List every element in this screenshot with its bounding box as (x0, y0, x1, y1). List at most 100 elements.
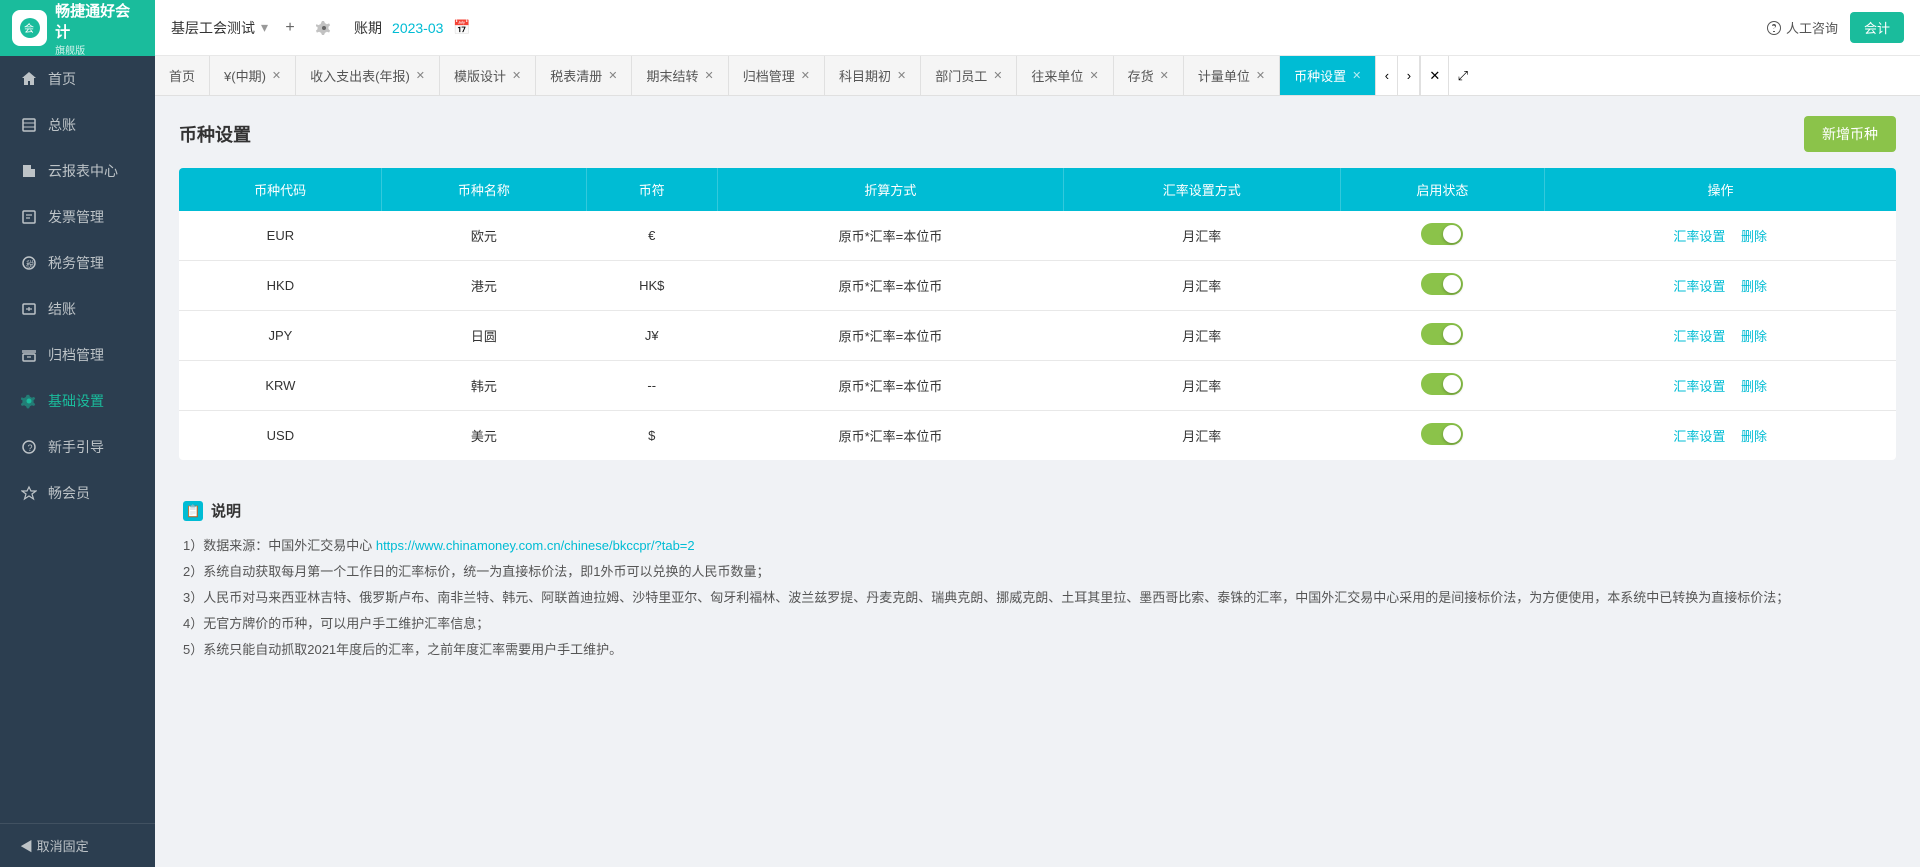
tab-inventory-label: 存货 (1128, 66, 1154, 85)
tab-period-end-close[interactable]: ✕ (705, 69, 714, 82)
table-row: KRW 韩元 -- 原币*汇率=本位币 月汇率 汇率设置 删除 (179, 361, 1896, 411)
add-workspace-btn[interactable]: + (278, 16, 302, 40)
tab-income[interactable]: 收入支出表(年报) ✕ (296, 56, 440, 96)
cell-status (1340, 311, 1544, 361)
sidebar-collapse-btn[interactable]: ◀ 取消固定 (0, 823, 155, 867)
sidebar-item-settings[interactable]: 基础设置 (0, 378, 155, 424)
sidebar-item-reports[interactable]: 云报表中心 (0, 148, 155, 194)
cell-name: 日圆 (382, 311, 586, 361)
tab-tax-label: 税表清册 (550, 66, 602, 85)
cell-action: 汇率设置 删除 (1544, 311, 1896, 361)
tab-subject[interactable]: 科目期初 ✕ (825, 56, 921, 96)
sidebar-item-invoice[interactable]: 发票管理 (0, 194, 155, 240)
tab-contacts[interactable]: 往来单位 ✕ (1017, 56, 1113, 96)
customer-service-btn[interactable]: 人工咨询 (1766, 18, 1838, 37)
calendar-icon[interactable]: 📅 (453, 19, 470, 36)
rate-setting-link[interactable]: 汇率设置 (1673, 429, 1725, 444)
workspace-settings-btn[interactable] (312, 16, 336, 40)
sidebar-logo: 会 畅捷通好会计 旗舰版 (0, 0, 155, 56)
tab-inventory-close[interactable]: ✕ (1160, 69, 1169, 82)
toggle-switch[interactable] (1421, 323, 1463, 345)
new-currency-button[interactable]: 新增币种 (1804, 116, 1896, 152)
tab-dept-close[interactable]: ✕ (993, 69, 1002, 82)
tab-subject-label: 科目期初 (839, 66, 891, 85)
tab-contacts-close[interactable]: ✕ (1089, 69, 1098, 82)
tab-contacts-label: 往来单位 (1031, 66, 1083, 85)
tab-template-close[interactable]: ✕ (512, 69, 521, 82)
sidebar-item-reports-label: 云报表中心 (48, 161, 118, 181)
sidebar-item-checkout[interactable]: 结账 (0, 286, 155, 332)
tab-archive[interactable]: 归档管理 ✕ (729, 56, 825, 96)
sidebar-item-member[interactable]: 畅会员 (0, 470, 155, 516)
toggle-switch[interactable] (1421, 273, 1463, 295)
period-value: 2023-03 (392, 20, 443, 36)
tab-period-end[interactable]: 期末结转 ✕ (632, 56, 728, 96)
tab-archive-close[interactable]: ✕ (801, 69, 810, 82)
rate-setting-link[interactable]: 汇率设置 (1673, 229, 1725, 244)
cell-name: 港元 (382, 261, 586, 311)
rate-setting-link[interactable]: 汇率设置 (1673, 379, 1725, 394)
tab-period-label: ¥(中期) (224, 66, 266, 85)
col-header-rate-type: 汇率设置方式 (1063, 168, 1340, 211)
toggle-switch[interactable] (1421, 223, 1463, 245)
tab-currency-label: 币种设置 (1294, 66, 1346, 85)
tab-inventory[interactable]: 存货 ✕ (1114, 56, 1184, 96)
tab-currency-close[interactable]: ✕ (1352, 69, 1361, 82)
tab-nav-next[interactable]: › (1398, 56, 1420, 96)
tab-currency[interactable]: 币种设置 ✕ (1280, 56, 1376, 96)
svg-text:会: 会 (24, 22, 34, 35)
rate-setting-link[interactable]: 汇率设置 (1673, 329, 1725, 344)
reports-icon (20, 162, 38, 180)
cell-conversion: 原币*汇率=本位币 (718, 261, 1064, 311)
delete-link[interactable]: 删除 (1741, 429, 1767, 444)
note-item: 1）数据来源：中国外汇交易中心 https://www.chinamoney.c… (183, 533, 1892, 559)
tab-nav-prev[interactable]: ‹ (1376, 56, 1398, 96)
delete-link[interactable]: 删除 (1741, 329, 1767, 344)
sidebar-item-home[interactable]: 首页 (0, 56, 155, 102)
cell-code: USD (179, 411, 382, 461)
cell-conversion: 原币*汇率=本位币 (718, 211, 1064, 261)
tab-expand[interactable]: ⤢ (1448, 56, 1476, 96)
note-title: 说明 (211, 500, 241, 521)
tab-period[interactable]: ¥(中期) ✕ (210, 56, 296, 96)
cell-action: 汇率设置 删除 (1544, 411, 1896, 461)
toggle-track (1421, 373, 1463, 395)
delete-link[interactable]: 删除 (1741, 229, 1767, 244)
user-account-btn[interactable]: 会计 (1850, 12, 1904, 43)
tax-icon: 税 (20, 254, 38, 272)
note-link[interactable]: https://www.chinamoney.com.cn/chinese/bk… (376, 538, 695, 553)
table-row: JPY 日圆 J¥ 原币*汇率=本位币 月汇率 汇率设置 删除 (179, 311, 1896, 361)
tab-home-label: 首页 (169, 66, 195, 85)
tab-unit-close[interactable]: ✕ (1256, 69, 1265, 82)
sidebar-item-guide[interactable]: ? 新手引导 (0, 424, 155, 470)
toggle-switch[interactable] (1421, 373, 1463, 395)
tab-unit[interactable]: 计量单位 ✕ (1184, 56, 1280, 96)
tab-period-end-label: 期末结转 (646, 66, 698, 85)
tab-home[interactable]: 首页 (155, 56, 210, 96)
tab-subject-close[interactable]: ✕ (897, 69, 906, 82)
sidebar-item-settings-label: 基础设置 (48, 391, 104, 411)
tab-dept[interactable]: 部门员工 ✕ (921, 56, 1017, 96)
rate-setting-link[interactable]: 汇率设置 (1673, 279, 1725, 294)
delete-link[interactable]: 删除 (1741, 379, 1767, 394)
sidebar-item-tax[interactable]: 税 税务管理 (0, 240, 155, 286)
col-header-name: 币种名称 (382, 168, 586, 211)
cell-symbol: -- (586, 361, 717, 411)
tab-tax-close[interactable]: ✕ (608, 69, 617, 82)
guide-icon: ? (20, 438, 38, 456)
tab-income-close[interactable]: ✕ (416, 69, 425, 82)
currency-table: 币种代码 币种名称 币符 折算方式 汇率设置方式 启用状态 操作 EUR 欧元 … (179, 168, 1896, 460)
tab-template[interactable]: 模版设计 ✕ (440, 56, 536, 96)
sidebar-item-ledger[interactable]: 总账 (0, 102, 155, 148)
topbar: 基层工会测试 ▾ + 账期 2023-03 📅 人工咨询 会计 (155, 0, 1920, 56)
sidebar-item-archive[interactable]: 归档管理 (0, 332, 155, 378)
delete-link[interactable]: 删除 (1741, 279, 1767, 294)
tab-close-all[interactable]: ✕ (1420, 56, 1448, 96)
tab-period-close[interactable]: ✕ (272, 69, 281, 82)
toggle-track (1421, 223, 1463, 245)
toggle-switch[interactable] (1421, 423, 1463, 445)
toggle-track (1421, 323, 1463, 345)
tab-tax[interactable]: 税表清册 ✕ (536, 56, 632, 96)
tab-dept-label: 部门员工 (935, 66, 987, 85)
workspace-selector[interactable]: 基层工会测试 ▾ (171, 18, 268, 38)
